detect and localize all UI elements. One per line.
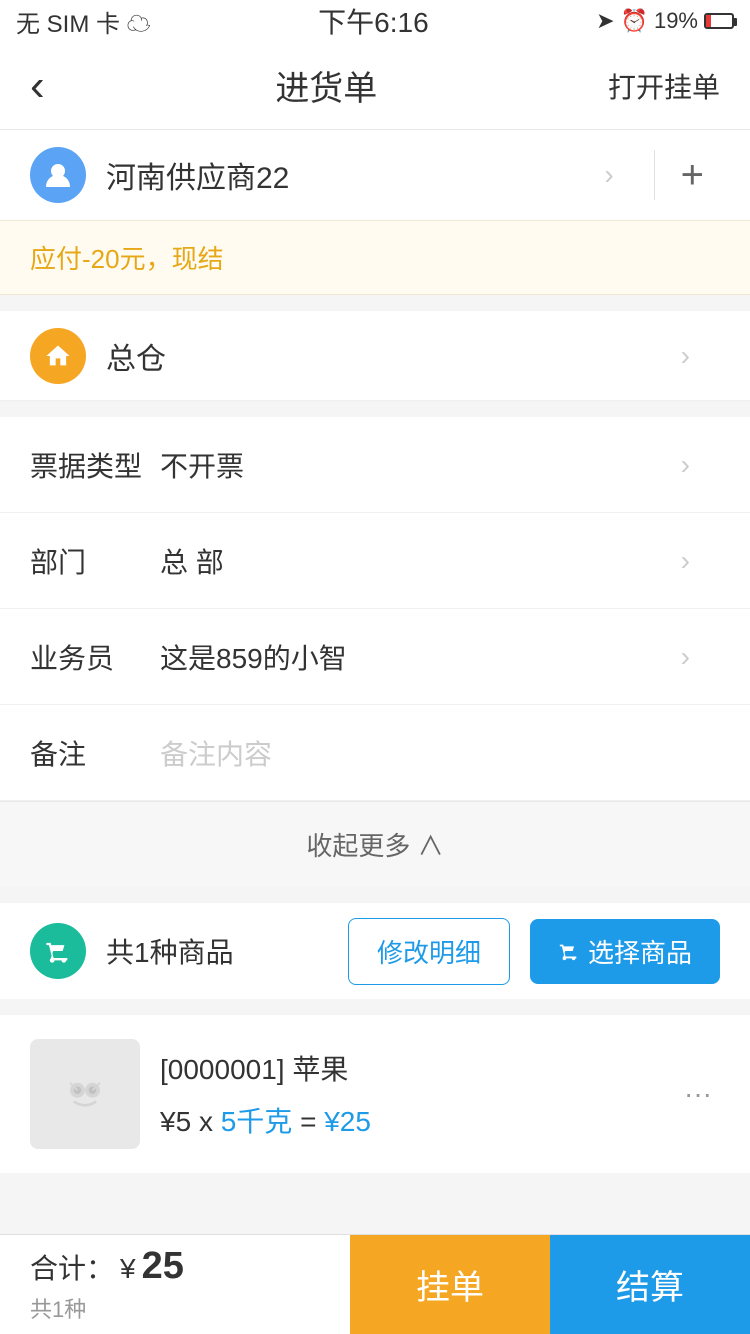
bottom-bar: 合计： ¥ 25 共1种 挂单 结算 xyxy=(0,1234,750,1334)
warehouse-icon xyxy=(30,328,86,384)
total-sub-label: 共1种 xyxy=(30,1292,320,1324)
invoice-row[interactable]: 票据类型 不开票 › xyxy=(0,417,750,513)
battery-text: 19% xyxy=(654,8,698,34)
total-amount: 25 xyxy=(142,1245,184,1288)
product-price: ¥5 x 5千克 = ¥25 xyxy=(160,1100,656,1140)
product-code: [0000001] xyxy=(160,1054,285,1085)
price-value: ¥5 xyxy=(160,1106,191,1137)
supplier-divider xyxy=(654,150,655,200)
salesman-row[interactable]: 业务员 这是859的小智 › xyxy=(0,609,750,705)
supplier-row[interactable]: 河南供应商22 › + xyxy=(0,130,750,220)
form-section: 票据类型 不开票 › 部门 总 部 › 业务员 这是859的小智 › 备注 备注… xyxy=(0,417,750,887)
product-name: [0000001] 苹果 xyxy=(160,1048,656,1088)
collapse-toggle[interactable]: 收起更多 ∧ xyxy=(0,801,750,887)
salesman-value: 这是859的小智 xyxy=(160,637,681,677)
salesman-chevron-icon: › xyxy=(681,641,690,673)
open-hold-button[interactable]: 打开挂单 xyxy=(608,66,720,106)
settle-button[interactable]: 结算 xyxy=(550,1235,750,1334)
remark-label: 备注 xyxy=(30,733,160,773)
status-left: 无 SIM 卡 ☁ xyxy=(16,4,151,39)
product-thumbnail xyxy=(30,1039,140,1149)
select-product-label: 选择商品 xyxy=(588,933,692,970)
qty-value: 5千克 xyxy=(221,1106,293,1137)
page-title: 进货单 xyxy=(275,61,377,110)
supplier-chevron-icon: › xyxy=(604,159,613,191)
nav-bar: ‹ 进货单 打开挂单 xyxy=(0,42,750,130)
dept-row[interactable]: 部门 总 部 › xyxy=(0,513,750,609)
status-time: 下午6:16 xyxy=(318,1,429,41)
supplier-info-banner: 应付-20元，现结 xyxy=(0,220,750,295)
select-product-button[interactable]: 选择商品 xyxy=(530,919,720,984)
product-title: 苹果 xyxy=(292,1054,348,1085)
total-label: 合计： xyxy=(30,1247,114,1287)
total-value: ¥25 xyxy=(324,1106,371,1137)
invoice-label: 票据类型 xyxy=(30,445,160,485)
signal-text: 无 SIM 卡 ☁ xyxy=(16,4,151,39)
dept-chevron-icon: › xyxy=(681,545,690,577)
invoice-chevron-icon: › xyxy=(681,449,690,481)
status-bar: 无 SIM 卡 ☁ 下午6:16 ➤ ⏰ 19% xyxy=(0,0,750,42)
dept-value: 总 部 xyxy=(160,541,681,581)
warehouse-row[interactable]: 总仓 › xyxy=(0,311,750,401)
add-supplier-button[interactable]: + xyxy=(665,153,720,198)
bottom-total: 合计： ¥ 25 共1种 xyxy=(0,1235,350,1334)
product-header-section: 共1种商品 修改明细 选择商品 xyxy=(0,903,750,999)
product-count: 共1种商品 xyxy=(106,931,328,971)
dept-label: 部门 xyxy=(30,541,160,581)
currency-symbol: ¥ xyxy=(120,1253,136,1285)
warehouse-chevron-icon: › xyxy=(681,340,690,372)
alarm-icon: ⏰ xyxy=(621,8,648,34)
edit-detail-button[interactable]: 修改明细 xyxy=(348,918,510,985)
status-right: ➤ ⏰ 19% xyxy=(596,8,734,34)
remark-row[interactable]: 备注 备注内容 xyxy=(0,705,750,801)
warehouse-name: 总仓 xyxy=(106,334,681,378)
location-icon: ➤ xyxy=(596,8,614,34)
product-item: [0000001] 苹果 ¥5 x 5千克 = ¥25 ··· xyxy=(0,1015,750,1173)
price-x: x xyxy=(199,1106,221,1137)
total-line1: 合计： ¥ 25 xyxy=(30,1245,320,1288)
remark-input[interactable]: 备注内容 xyxy=(160,733,720,773)
product-info: [0000001] 苹果 ¥5 x 5千克 = ¥25 xyxy=(160,1048,656,1140)
supplier-name: 河南供应商22 xyxy=(106,153,604,197)
product-icon xyxy=(30,923,86,979)
hold-button[interactable]: 挂单 xyxy=(350,1235,550,1334)
price-eq: = xyxy=(300,1106,324,1137)
warehouse-section: 总仓 › xyxy=(0,311,750,401)
back-button[interactable]: ‹ xyxy=(30,61,45,111)
salesman-label: 业务员 xyxy=(30,637,160,677)
supplier-section: 河南供应商22 › + 应付-20元，现结 xyxy=(0,130,750,295)
battery-icon xyxy=(704,13,734,29)
invoice-value: 不开票 xyxy=(160,445,681,485)
supplier-avatar xyxy=(30,147,86,203)
product-more-button[interactable]: ··· xyxy=(676,1070,720,1118)
product-header: 共1种商品 修改明细 选择商品 xyxy=(0,903,750,999)
